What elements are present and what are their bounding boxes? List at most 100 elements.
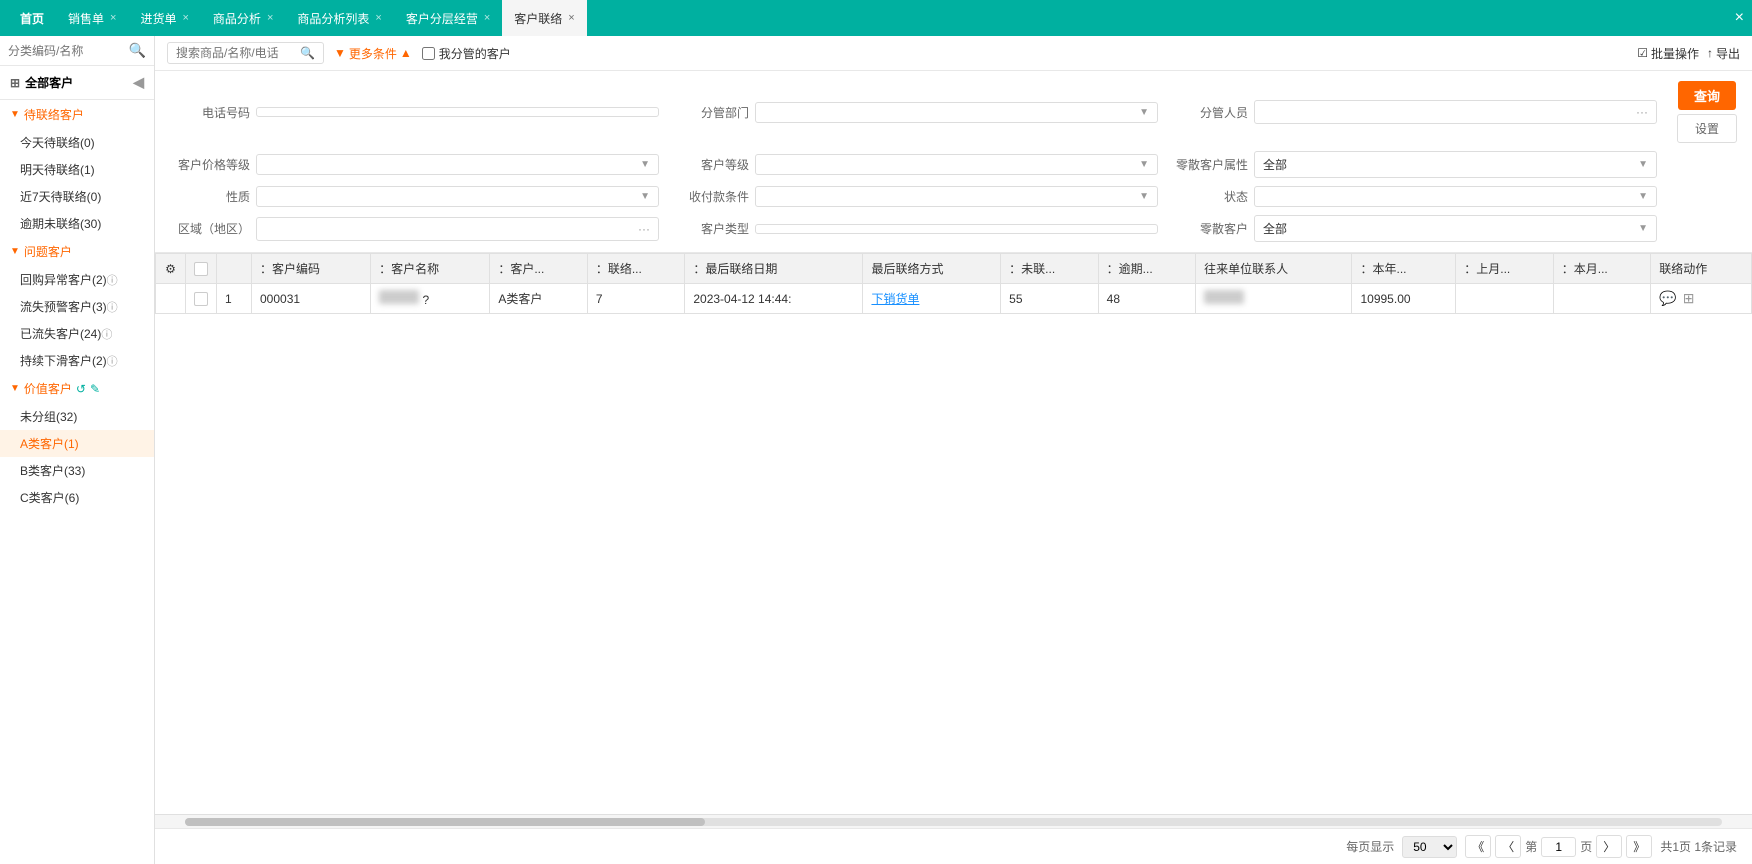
close-purchase-order-icon[interactable]: ×: [182, 12, 188, 24]
info-icon: ⓘ: [107, 272, 118, 288]
tab-product-analysis[interactable]: 商品分析 ×: [201, 0, 285, 36]
manager-label: 分管人员: [1168, 104, 1248, 121]
sidebar-search-icon[interactable]: 🔍: [129, 42, 146, 59]
sidebar-item-churned[interactable]: 已流失客户(24) ⓘ: [0, 320, 154, 347]
sidebar-item-churn-warning[interactable]: 流失预警客户(3) ⓘ: [0, 293, 154, 320]
price-tier-label: 客户价格等级: [170, 156, 250, 173]
refresh-icon[interactable]: ↺: [76, 382, 86, 396]
status-label: 状态: [1168, 188, 1248, 205]
tab-product-analysis-list[interactable]: 商品分析列表 ×: [285, 0, 393, 36]
more-conditions-button[interactable]: ▼ 更多条件 ▲: [334, 45, 412, 62]
sidebar-item-class-b[interactable]: B类客户(33): [0, 457, 154, 484]
per-page-select[interactable]: 50 100 200: [1402, 836, 1457, 858]
info-icon4: ⓘ: [107, 353, 118, 369]
close-sales-order-icon[interactable]: ×: [110, 12, 116, 24]
customer-tier-select[interactable]: ▼: [755, 154, 1158, 175]
more-icon2: ···: [638, 222, 650, 236]
problem-customer-section[interactable]: ▼ 问题客户: [0, 237, 154, 266]
batch-operation-button[interactable]: ☑ 批量操作: [1637, 45, 1699, 62]
th-this-year: ：本年...: [1352, 254, 1456, 284]
td-customer-name: ?: [371, 284, 490, 314]
next-page-button[interactable]: 〉: [1596, 835, 1622, 858]
pending-contact-section[interactable]: ▼ 待联络客户: [0, 100, 154, 129]
customer-name-blurred: [379, 290, 419, 304]
chevron-down-icon2: ▼: [640, 159, 650, 170]
price-tier-select[interactable]: ▼: [256, 154, 659, 175]
td-customer-type: A类客户: [490, 284, 588, 314]
export-button[interactable]: ↑ 导出: [1707, 45, 1740, 62]
tab-customer-contact[interactable]: 客户联络 ×: [502, 0, 586, 36]
dept-select[interactable]: ▼: [755, 102, 1158, 123]
td-contact-count: 7: [587, 284, 685, 314]
close-product-analysis-list-icon[interactable]: ×: [375, 12, 381, 24]
th-last-date: ：最后联络日期: [685, 254, 863, 284]
edit-icon[interactable]: ✎: [90, 382, 100, 396]
td-settings: [156, 284, 186, 314]
payment-select[interactable]: ▼: [755, 186, 1158, 207]
last-method-link[interactable]: 下销货单: [871, 292, 919, 306]
search-input[interactable]: [176, 46, 296, 60]
customer-tier-label: 客户等级: [669, 156, 749, 173]
horizontal-scroll-thumb[interactable]: [185, 818, 705, 826]
tab-purchase-order[interactable]: 进货单 ×: [128, 0, 200, 36]
page-prefix: 第: [1525, 838, 1537, 855]
th-settings[interactable]: ⚙: [156, 254, 186, 284]
sidebar-search-container: 🔍: [0, 36, 154, 66]
th-last-method: 最后联络方式: [863, 254, 1001, 284]
phone-input[interactable]: [256, 107, 659, 117]
close-product-analysis-icon[interactable]: ×: [267, 12, 273, 24]
sidebar-item-tomorrow-contact[interactable]: 明天待联络(1): [0, 156, 154, 183]
row-checkbox[interactable]: [194, 292, 208, 306]
th-no-contact: ：未联...: [1001, 254, 1099, 284]
close-customer-contact-icon[interactable]: ×: [568, 12, 574, 24]
sidebar-search-input[interactable]: [8, 44, 129, 58]
sidebar-item-overdue-contact[interactable]: 逾期未联络(30): [0, 210, 154, 237]
sidebar-collapse-button[interactable]: ◀: [133, 74, 144, 91]
close-customer-tier-icon[interactable]: ×: [484, 12, 490, 24]
export-icon: ↑: [1707, 46, 1713, 60]
horizontal-scrollbar[interactable]: [185, 818, 1722, 826]
header-checkbox[interactable]: [194, 262, 208, 276]
nature-select[interactable]: ▼: [256, 186, 659, 207]
grid-action-icon[interactable]: ⊞: [1683, 290, 1695, 307]
nature-label: 性质: [170, 188, 250, 205]
value-customer-section[interactable]: ▼ 价值客户 ↺ ✎: [0, 374, 154, 403]
status-select[interactable]: ▼: [1254, 186, 1657, 207]
manager-input[interactable]: ···: [1254, 100, 1657, 124]
th-index: [217, 254, 252, 284]
all-customers-header: ⊞ 全部客户 ◀: [0, 66, 154, 100]
data-table-container: ⚙ ：客户编码 ：客户名称 ：客户... ：联络... ：最: [155, 253, 1752, 814]
sidebar-item-today-contact[interactable]: 今天待联络(0): [0, 129, 154, 156]
my-customer-checkbox[interactable]: [422, 47, 435, 60]
retail-customer-select[interactable]: 全部 ▼: [1254, 215, 1657, 242]
td-this-year: 10995.00: [1352, 284, 1456, 314]
sidebar-item-repurchase-abnormal[interactable]: 回购异常客户(2) ⓘ: [0, 266, 154, 293]
phone-label: 电话号码: [170, 104, 250, 121]
chevron-down-icon: ▼: [1139, 107, 1149, 118]
last-page-button[interactable]: 》: [1626, 835, 1652, 858]
sidebar-item-declining[interactable]: 持续下滑客户(2) ⓘ: [0, 347, 154, 374]
advanced-filter-panel: 电话号码 分管部门 ▼ 分管人员 ···: [155, 71, 1752, 253]
search-icon-main[interactable]: 🔍: [300, 46, 315, 60]
customer-type-input[interactable]: [755, 224, 1158, 234]
page-number-input[interactable]: [1541, 837, 1576, 857]
query-button[interactable]: 查询: [1678, 81, 1736, 110]
sidebar-item-7day-contact[interactable]: 近7天待联络(0): [0, 183, 154, 210]
sidebar-item-class-c[interactable]: C类客户(6): [0, 484, 154, 511]
sidebar-item-unclassified[interactable]: 未分组(32): [0, 403, 154, 430]
first-page-button[interactable]: 《: [1465, 835, 1491, 858]
th-customer-type: ：客户...: [490, 254, 588, 284]
settings-button[interactable]: 设置: [1677, 114, 1737, 143]
tab-sales-order[interactable]: 销售单 ×: [56, 0, 128, 36]
td-last-method: 下销货单: [863, 284, 1001, 314]
prev-page-button[interactable]: 〈: [1495, 835, 1521, 858]
region-input[interactable]: ···: [256, 217, 659, 241]
tab-customer-tier[interactable]: 客户分层经营 ×: [394, 0, 502, 36]
close-all-button[interactable]: ×: [1735, 9, 1744, 27]
total-records: 共1页 1条记录: [1660, 838, 1737, 855]
retail-attr-select[interactable]: 全部 ▼: [1254, 151, 1657, 178]
chat-icon[interactable]: 💬: [1659, 290, 1676, 307]
home-tab[interactable]: 首页: [8, 0, 56, 36]
sidebar-item-class-a[interactable]: A类客户(1): [0, 430, 154, 457]
th-customer-code: ：客户编码: [252, 254, 371, 284]
